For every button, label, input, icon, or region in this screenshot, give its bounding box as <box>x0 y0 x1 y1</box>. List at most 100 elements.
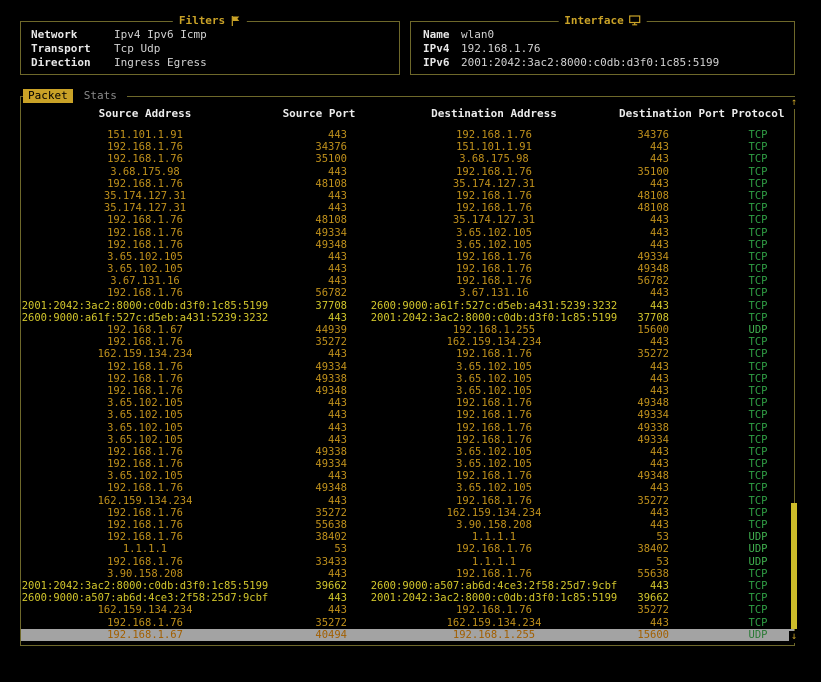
source-port-cell: 443 <box>328 263 347 276</box>
packet-row[interactable]: 3.67.131.16 443 192.168.1.76 56782 TCP <box>21 275 794 287</box>
packet-row[interactable]: 162.159.134.234 443 192.168.1.76 35272 TCP <box>21 348 794 360</box>
protocol-cell: TCP <box>748 445 768 458</box>
protocol-cell: TCP <box>748 336 768 349</box>
source-address-cell: 3.65.102.105 <box>107 397 183 410</box>
packet-row[interactable]: 192.168.1.76 35272 162.159.134.234 443 TCP <box>21 617 794 629</box>
packet-row[interactable]: 2001:2042:3ac2:8000:c0db:d3f0:1c85:5199 3… <box>21 300 794 312</box>
interface-ipv6-label: IPv6 <box>423 56 450 69</box>
scroll-up-icon[interactable]: ↑ <box>789 97 799 109</box>
terminal-screen: Filters Network Ipv4 Ipv6 Icmp Transport… <box>0 0 821 682</box>
packet-row[interactable]: 192.168.1.76 35272 162.159.134.234 443 TCP <box>21 336 794 348</box>
protocol-cell: TCP <box>748 348 768 361</box>
packet-row[interactable]: 3.65.102.105 443 192.168.1.76 49348 TCP <box>21 397 794 409</box>
filter-row-direction: Direction Ingress Egress <box>31 56 399 70</box>
flag-icon <box>232 15 240 26</box>
destination-port-cell: 55638 <box>637 567 669 580</box>
packet-row[interactable]: 192.168.1.76 38402 1.1.1.1 53 UDP <box>21 531 794 543</box>
packet-row[interactable]: 151.101.1.91 443 192.168.1.76 34376 TCP <box>21 129 794 141</box>
packet-row[interactable]: 192.168.1.76 35100 3.68.175.98 443 TCP <box>21 153 794 165</box>
protocol-cell: TCP <box>748 421 768 434</box>
packet-row[interactable]: 2600:9000:a61f:527c:d5eb:a431:5239:3232 4… <box>21 312 794 324</box>
packet-row[interactable]: 192.168.1.76 35272 162.159.134.234 443 TCP <box>21 507 794 519</box>
source-port-cell: 40494 <box>315 628 347 641</box>
source-port-cell: 49334 <box>315 360 347 373</box>
destination-address-cell: 2600:9000:a507:ab6d:4ce3:2f58:25d7:9cbf <box>370 579 618 592</box>
source-port-cell: 443 <box>328 604 347 617</box>
source-port-cell: 33433 <box>315 555 347 568</box>
packet-row[interactable]: 3.65.102.105 443 192.168.1.76 49338 TCP <box>21 422 794 434</box>
tab-bar: Packet Stats <box>23 89 127 103</box>
source-port-cell: 443 <box>328 275 347 288</box>
protocol-cell: TCP <box>748 604 768 617</box>
packet-row[interactable]: 192.168.1.76 49338 3.65.102.105 443 TCP <box>21 373 794 385</box>
source-address-cell: 2600:9000:a61f:527c:d5eb:a431:5239:3232 <box>21 311 269 324</box>
packet-row[interactable]: 192.168.1.67 40494 192.168.1.255 15600 UDP <box>21 628 794 641</box>
packet-row[interactable]: 3.65.102.105 443 192.168.1.76 49334 TCP <box>21 434 794 446</box>
packet-row[interactable]: 192.168.1.76 48108 35.174.127.31 443 TCP <box>21 214 794 226</box>
protocol-cell: TCP <box>748 397 768 410</box>
protocol-cell: UDP <box>748 543 768 556</box>
protocol-cell: UDP <box>748 531 768 544</box>
source-address-cell: 192.168.1.76 <box>107 177 183 190</box>
filter-network-value[interactable]: Ipv4 Ipv6 Icmp <box>114 28 207 42</box>
packet-row[interactable]: 3.68.175.98 443 192.168.1.76 35100 TCP <box>21 166 794 178</box>
packet-row[interactable]: 192.168.1.76 56782 3.67.131.16 443 TCP <box>21 287 794 299</box>
packet-row[interactable]: 3.65.102.105 443 192.168.1.76 49348 TCP <box>21 470 794 482</box>
packet-row[interactable]: 192.168.1.76 33433 1.1.1.1 53 UDP <box>21 556 794 568</box>
packet-row[interactable]: 3.65.102.105 443 192.168.1.76 49334 TCP <box>21 409 794 421</box>
source-port-cell: 49348 <box>315 238 347 251</box>
packet-row[interactable]: 2001:2042:3ac2:8000:c0db:d3f0:1c85:5199 3… <box>21 580 794 592</box>
packet-row[interactable]: 192.168.1.76 49338 3.65.102.105 443 TCP <box>21 446 794 458</box>
destination-port-cell: 49338 <box>637 421 669 434</box>
packet-row[interactable]: 192.168.1.76 49348 3.65.102.105 443 TCP <box>21 482 794 494</box>
packet-row[interactable]: 192.168.1.76 55638 3.90.158.208 443 TCP <box>21 519 794 531</box>
packet-row[interactable]: 3.90.158.208 443 192.168.1.76 55638 TCP <box>21 568 794 580</box>
source-port-cell: 37708 <box>315 299 347 312</box>
source-address-cell: 1.1.1.1 <box>122 543 168 556</box>
source-port-cell: 443 <box>328 409 347 422</box>
protocol-cell: TCP <box>748 360 768 373</box>
destination-address-cell: 35.174.127.31 <box>452 214 536 227</box>
packet-row[interactable]: 3.65.102.105 443 192.168.1.76 49334 TCP <box>21 251 794 263</box>
protocol-cell: TCP <box>748 616 768 629</box>
tab-stats[interactable]: Stats <box>78 89 122 103</box>
source-address-cell: 35.174.127.31 <box>103 189 187 202</box>
destination-port-cell: 49334 <box>637 433 669 446</box>
packet-row[interactable]: 35.174.127.31 443 192.168.1.76 48108 TCP <box>21 202 794 214</box>
destination-address-cell: 1.1.1.1 <box>471 555 517 568</box>
packet-row[interactable]: 192.168.1.76 49334 3.65.102.105 443 TCP <box>21 227 794 239</box>
source-port-cell: 49348 <box>315 384 347 397</box>
packet-row[interactable]: 162.159.134.234 443 192.168.1.76 35272 TCP <box>21 495 794 507</box>
packet-row[interactable]: 192.168.1.76 49334 3.65.102.105 443 TCP <box>21 458 794 470</box>
destination-address-cell: 162.159.134.234 <box>446 506 542 519</box>
tab-packet[interactable]: Packet <box>23 89 73 103</box>
scroll-down-icon[interactable]: ↓ <box>789 631 799 643</box>
source-address-cell: 192.168.1.76 <box>107 482 183 495</box>
source-port-cell: 443 <box>328 348 347 361</box>
packet-row[interactable]: 3.65.102.105 443 192.168.1.76 49348 TCP <box>21 263 794 275</box>
packet-row[interactable]: 35.174.127.31 443 192.168.1.76 48108 TCP <box>21 190 794 202</box>
packet-row[interactable]: 192.168.1.67 44939 192.168.1.255 15600 UDP <box>21 324 794 336</box>
interface-panel: Interface Name wlan0 IPv4 192.168.1.76 I… <box>410 14 795 75</box>
destination-port-cell: 49334 <box>637 250 669 263</box>
packet-row[interactable]: 1.1.1.1 53 192.168.1.76 38402 UDP <box>21 543 794 555</box>
source-address-cell: 192.168.1.76 <box>107 360 183 373</box>
destination-address-cell: 192.168.1.76 <box>456 604 532 617</box>
destination-address-cell: 192.168.1.76 <box>456 250 532 263</box>
filter-transport-value[interactable]: Tcp Udp <box>114 42 160 56</box>
packet-row[interactable]: 2600:9000:a507:ab6d:4ce3:2f58:25d7:9cbf 4… <box>21 592 794 604</box>
destination-port-cell: 443 <box>650 299 669 312</box>
packet-row[interactable]: 192.168.1.76 34376 151.101.1.91 443 TCP <box>21 141 794 153</box>
packet-row[interactable]: 192.168.1.76 48108 35.174.127.31 443 TCP <box>21 178 794 190</box>
packet-row[interactable]: 162.159.134.234 443 192.168.1.76 35272 TCP <box>21 604 794 616</box>
scrollbar-thumb[interactable] <box>791 503 797 629</box>
destination-address-cell: 192.168.1.255 <box>452 324 536 336</box>
packet-row[interactable]: 192.168.1.76 49348 3.65.102.105 443 TCP <box>21 239 794 251</box>
packet-row[interactable]: 192.168.1.76 49348 3.65.102.105 443 TCP <box>21 385 794 397</box>
filter-direction-value[interactable]: Ingress Egress <box>114 56 207 70</box>
source-address-cell: 192.168.1.76 <box>107 616 183 629</box>
column-header-destination-port: Destination Port <box>619 107 725 120</box>
protocol-cell: TCP <box>748 470 768 483</box>
destination-address-cell: 3.65.102.105 <box>456 372 532 385</box>
packet-row[interactable]: 192.168.1.76 49334 3.65.102.105 443 TCP <box>21 361 794 373</box>
